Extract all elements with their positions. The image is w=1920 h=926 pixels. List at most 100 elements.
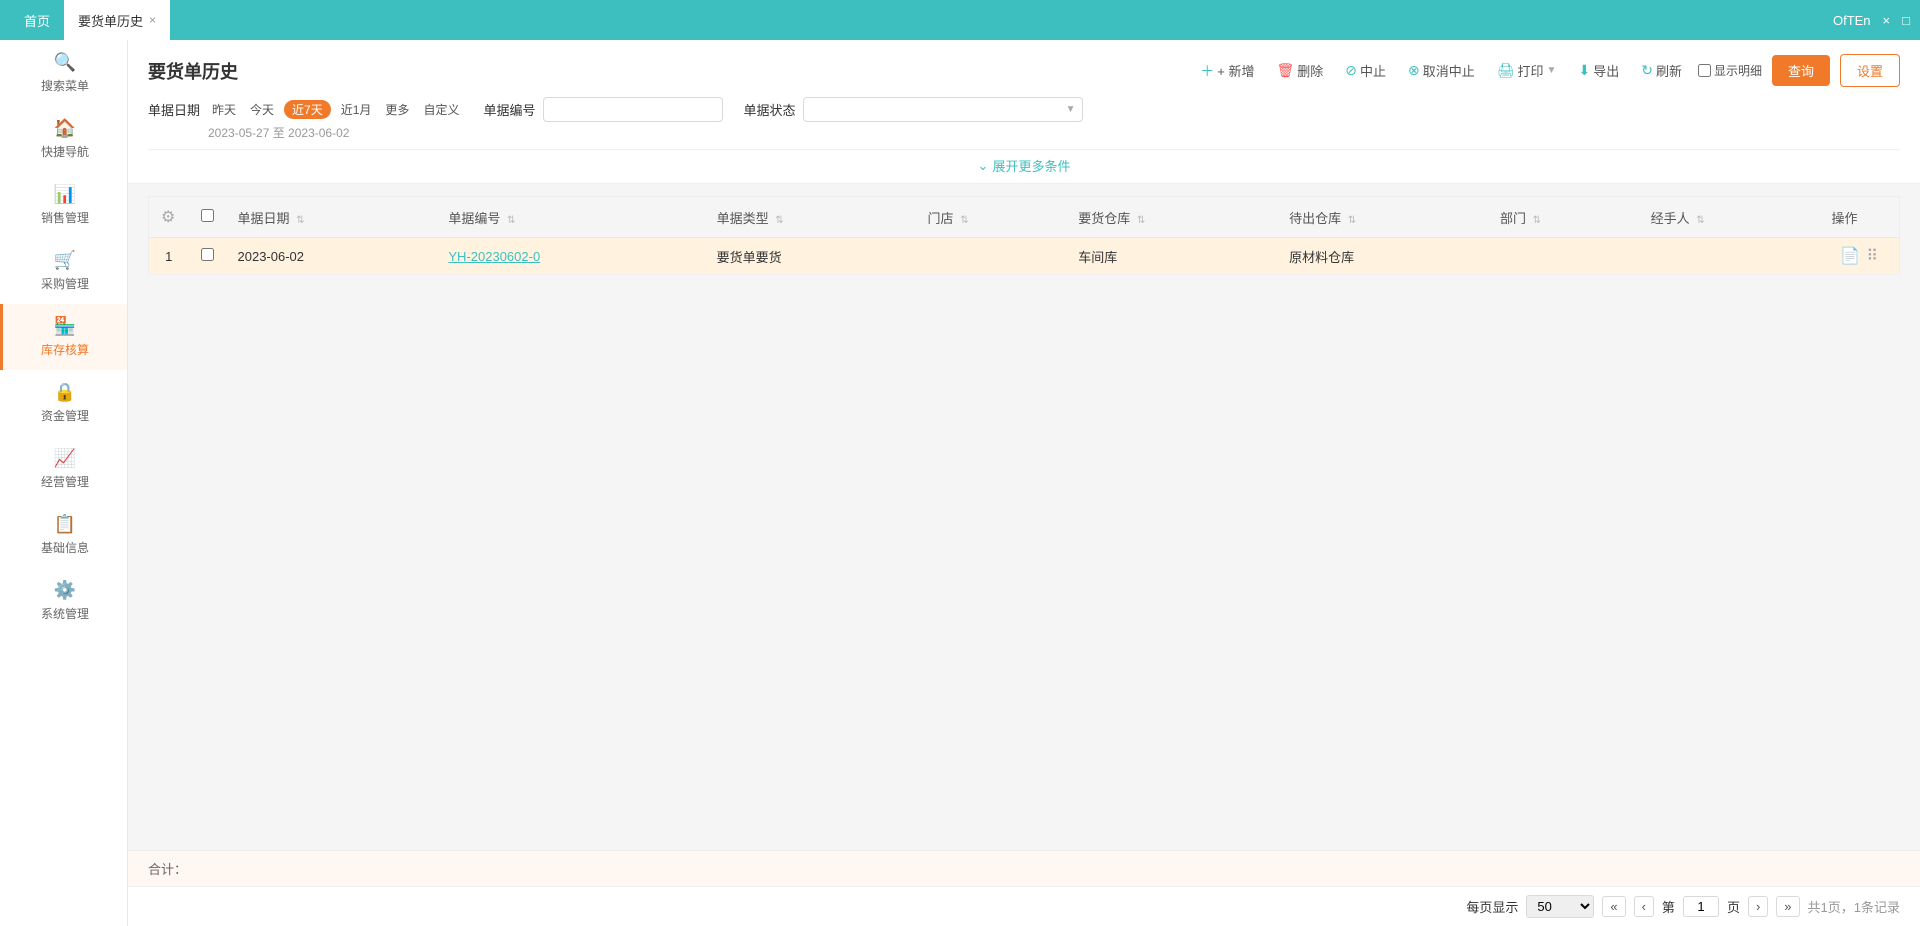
sidebar-item-quick-nav[interactable]: 🏠 快捷导航 [0, 106, 127, 172]
sales-mgmt-icon: 📊 [54, 184, 76, 205]
select-all-checkbox[interactable] [201, 209, 214, 222]
sidebar-item-business-mgmt[interactable]: 📈 经营管理 [0, 436, 127, 502]
row-order-no: YH-20230602-0 [436, 238, 704, 275]
top-bar: 首页 要货单历史 × OfTEn × □ [0, 0, 1920, 40]
th-checkbox [189, 197, 226, 238]
order-no-link[interactable]: YH-20230602-0 [448, 249, 540, 264]
date-btn-1month[interactable]: 近1月 [337, 100, 376, 119]
first-page-btn[interactable]: « [1602, 896, 1625, 917]
pagination-info: 共1页，1条记录 [1808, 897, 1900, 916]
delete-icon: 🗑 [1276, 62, 1294, 79]
status-select[interactable] [803, 97, 1083, 122]
row-more-icon[interactable]: ⠿ [1866, 246, 1878, 266]
main-layout: 🔍 搜索菜单 🏠 快捷导航 📊 销售管理 🛒 采购管理 🏪 库存核算 🔒 资金管… [0, 40, 1920, 926]
row-date: 2023-06-02 [226, 238, 437, 275]
th-handler: 经手人 ⇅ [1639, 197, 1820, 238]
date-btn-yesterday[interactable]: 昨天 [208, 100, 240, 119]
sort-handler-icon: ⇅ [1696, 215, 1704, 226]
row-handler [1639, 238, 1820, 275]
order-no-filter-group: 单据编号 [483, 97, 723, 122]
th-pending-warehouse: 待出仓库 ⇅ [1277, 197, 1488, 238]
status-filter-label: 单据状态 [743, 100, 795, 119]
row-type: 要货单要货 [705, 238, 916, 275]
delete-btn[interactable]: 🗑 删除 [1270, 57, 1329, 84]
sidebar-item-search-menu[interactable]: 🔍 搜索菜单 [0, 40, 127, 106]
date-btn-more[interactable]: 更多 [381, 100, 413, 119]
date-filter-group: 单据日期 昨天 今天 近7天 近1月 更多 自定义 [148, 100, 463, 119]
expand-more-btn[interactable]: ⌄ 展开更多条件 [148, 149, 1900, 183]
per-page-select[interactable]: 10 20 50 100 [1526, 895, 1594, 918]
row-warehouse: 车间库 [1066, 238, 1277, 275]
sidebar-item-system-mgmt[interactable]: ⚙️ 系统管理 [0, 568, 127, 634]
status-filter-group: 单据状态 [743, 97, 1083, 122]
sidebar-item-sales-mgmt[interactable]: 📊 销售管理 [0, 172, 127, 238]
quick-nav-icon: 🏠 [54, 118, 76, 139]
sidebar-item-purchase-mgmt[interactable]: 🛒 采购管理 [0, 238, 127, 304]
status-select-wrapper [803, 97, 1083, 122]
order-no-input[interactable] [543, 97, 723, 122]
page-input[interactable] [1683, 896, 1719, 917]
sort-warehouse-icon: ⇅ [1137, 215, 1145, 226]
print-icon: 🖨 [1497, 62, 1515, 79]
fund-mgmt-icon: 🔒 [54, 382, 76, 403]
stop-icon: ⊘ [1345, 62, 1357, 79]
last-page-btn[interactable]: » [1776, 896, 1799, 917]
refresh-btn[interactable]: ↻ 刷新 [1635, 57, 1688, 84]
stop-btn[interactable]: ⊘ 中止 [1339, 57, 1392, 84]
footer-total: 合计： [128, 850, 1920, 886]
sidebar-item-fund-mgmt[interactable]: 🔒 资金管理 [0, 370, 127, 436]
table-area: ⚙ 单据日期 ⇅ 单据编号 ⇅ [128, 184, 1920, 850]
query-btn[interactable]: 查询 [1772, 55, 1830, 86]
content-area: 要货单历史 ＋ + 新增 🗑 删除 ⊘ 中止 ⊗ [128, 40, 1920, 926]
cancel-stop-btn[interactable]: ⊗ 取消中止 [1402, 57, 1481, 84]
filter-row-1: 单据日期 昨天 今天 近7天 近1月 更多 自定义 单据编号 [148, 97, 1900, 122]
tab-home[interactable]: 首页 [10, 0, 64, 40]
print-dropdown-icon: ▼ [1547, 65, 1557, 76]
toolbar: ＋ + 新增 🗑 删除 ⊘ 中止 ⊗ 取消中止 [1194, 54, 1900, 87]
export-icon: ⬇ [1578, 62, 1590, 79]
tab-order-history[interactable]: 要货单历史 × [64, 0, 170, 40]
inventory-mgmt-icon: 🏪 [54, 316, 76, 337]
row-edit-icon[interactable]: 📄 [1840, 246, 1860, 266]
table-settings-icon[interactable]: ⚙ [161, 209, 175, 226]
row-checkbox[interactable] [201, 248, 214, 261]
search-menu-icon: 🔍 [54, 52, 76, 73]
prev-page-btn[interactable]: ‹ [1634, 896, 1654, 917]
date-btn-7days[interactable]: 近7天 [284, 100, 331, 119]
export-btn[interactable]: ⬇ 导出 [1572, 57, 1625, 84]
close-window-btn[interactable]: × [1883, 13, 1891, 28]
print-btn[interactable]: 🖨 打印 ▼ [1491, 57, 1563, 84]
sidebar-item-basic-info[interactable]: 📋 基础信息 [0, 502, 127, 568]
table-header-row: ⚙ 单据日期 ⇅ 单据编号 ⇅ [149, 197, 1900, 238]
page-title: 要货单历史 [148, 58, 238, 84]
date-btn-today[interactable]: 今天 [246, 100, 278, 119]
sort-pending-warehouse-icon: ⇅ [1348, 215, 1356, 226]
th-warehouse: 要货仓库 ⇅ [1066, 197, 1277, 238]
sidebar: 🔍 搜索菜单 🏠 快捷导航 📊 销售管理 🛒 采购管理 🏪 库存核算 🔒 资金管… [0, 40, 128, 926]
sort-store-icon: ⇅ [960, 215, 968, 226]
th-ops: 操作 [1820, 197, 1900, 238]
show-detail-checkbox[interactable] [1698, 64, 1711, 77]
filter-area: 单据日期 昨天 今天 近7天 近1月 更多 自定义 单据编号 [148, 97, 1900, 183]
maximize-btn[interactable]: □ [1902, 13, 1910, 28]
tab-close-icon[interactable]: × [149, 13, 156, 27]
row-num: 1 [149, 238, 189, 275]
date-btn-custom[interactable]: 自定义 [419, 100, 463, 119]
page-label-prefix: 第 [1662, 897, 1675, 916]
date-range-text: 2023-05-27 至 2023-06-02 [208, 126, 349, 140]
page-label-suffix: 页 [1727, 897, 1740, 916]
sidebar-item-inventory-mgmt[interactable]: 🏪 库存核算 [0, 304, 127, 370]
cancel-stop-icon: ⊗ [1408, 62, 1420, 79]
show-detail-btn[interactable]: 显示明细 [1698, 62, 1762, 79]
next-page-btn[interactable]: › [1748, 896, 1768, 917]
purchase-mgmt-icon: 🛒 [54, 250, 76, 271]
table-row: 1 2023-06-02 YH-20230602-0 要货单要货 车间库 原材料… [149, 238, 1900, 275]
settings-btn[interactable]: 设置 [1840, 54, 1900, 87]
sort-orderno-icon: ⇅ [507, 215, 515, 226]
new-btn[interactable]: ＋ + 新增 [1194, 57, 1260, 85]
data-table: ⚙ 单据日期 ⇅ 单据编号 ⇅ [148, 196, 1900, 275]
system-mgmt-icon: ⚙️ [54, 580, 76, 601]
sort-department-icon: ⇅ [1533, 215, 1541, 226]
per-page-label: 每页显示 [1466, 897, 1518, 916]
row-department [1488, 238, 1639, 275]
